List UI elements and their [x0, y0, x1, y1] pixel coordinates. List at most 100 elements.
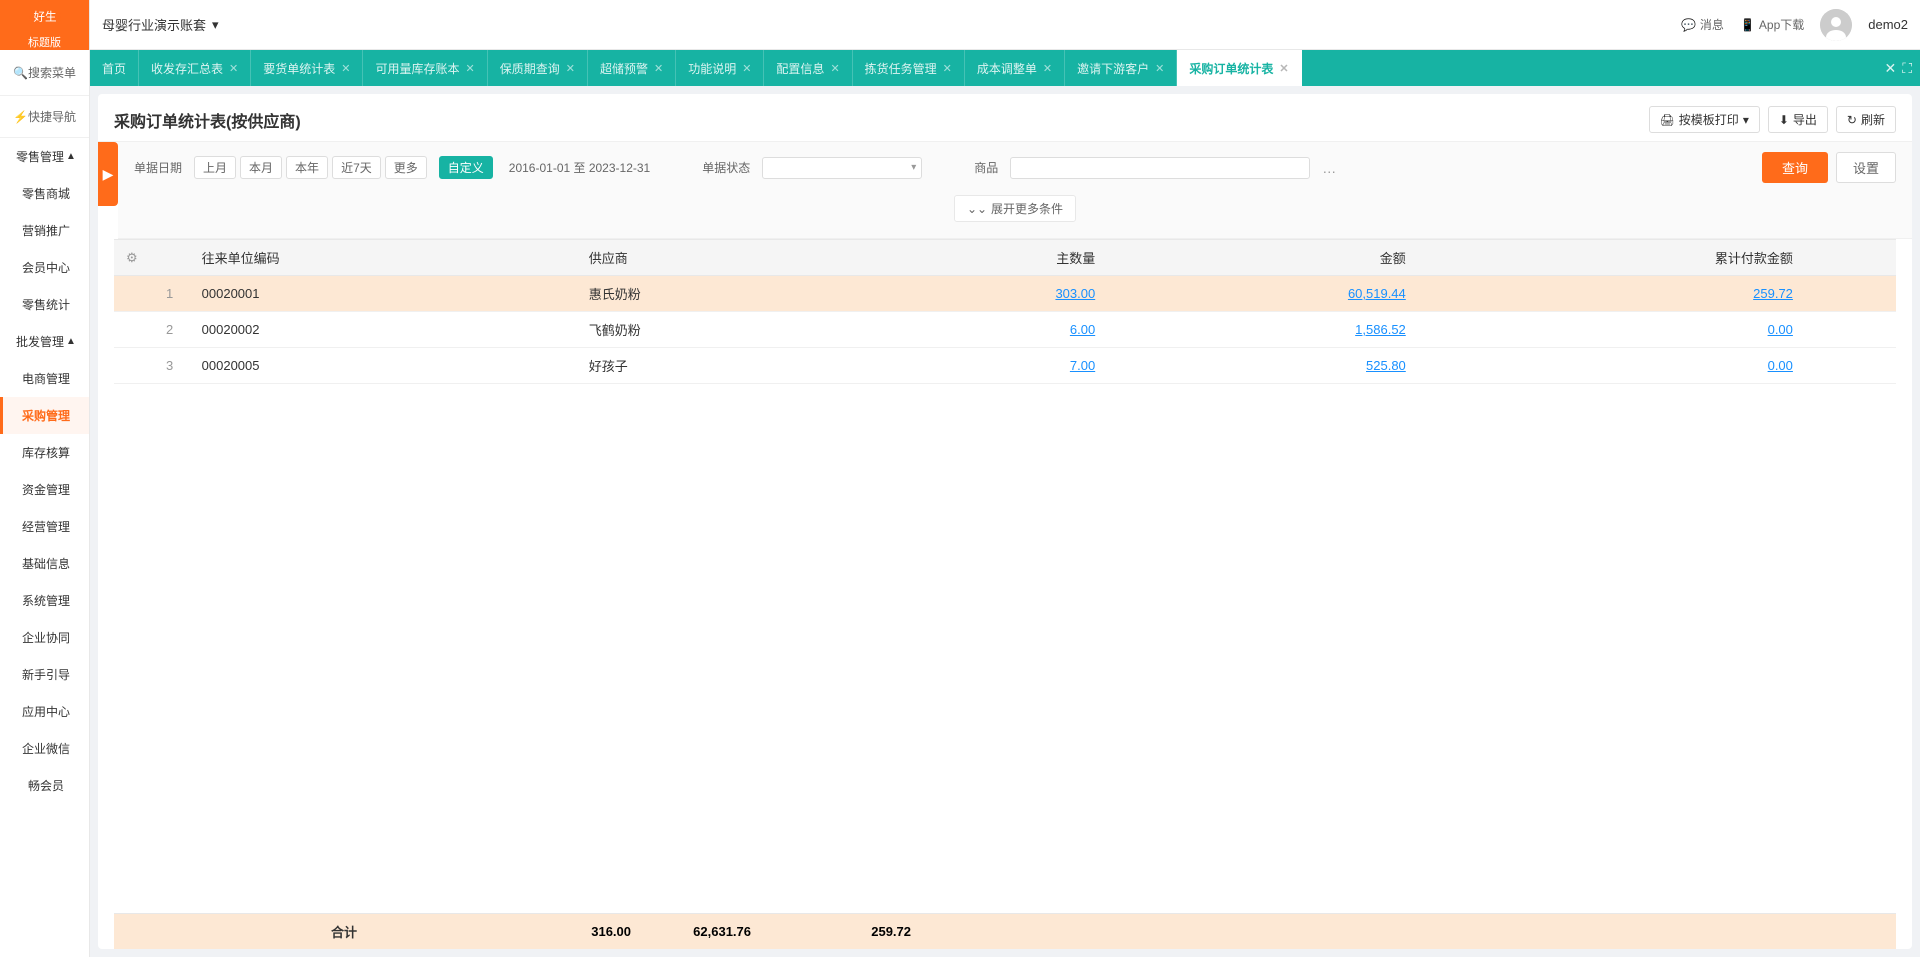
column-settings-icon[interactable]: ⚙	[126, 250, 138, 265]
tabbar-controls: ✕ ⛶	[1876, 50, 1920, 86]
date-filter-btn-本月[interactable]: 本月	[240, 156, 282, 179]
export-icon: ⬇	[1779, 113, 1789, 127]
td-settings-0	[114, 276, 150, 312]
query-button[interactable]: 查询	[1762, 152, 1828, 183]
user-avatar[interactable]	[1820, 9, 1852, 41]
td-settings-1	[114, 312, 150, 348]
th-code-label: 往来单位编码	[202, 251, 280, 266]
topbar-username[interactable]: demo2	[1868, 17, 1908, 32]
table-header-row: ⚙ 往来单位编码 供应商 主数量	[114, 240, 1896, 276]
table-row[interactable]: 2 00020002 飞鹤奶粉 6.00 1,586.52 0.00	[114, 312, 1896, 348]
settings-button[interactable]: 设置	[1836, 152, 1896, 183]
sidebar-item-newbie[interactable]: 新手引导	[0, 656, 89, 693]
close-tab-button[interactable]: ✕	[1884, 60, 1896, 77]
tab-close-yaoqingxiayou[interactable]: ✕	[1155, 62, 1164, 75]
refresh-icon: ↻	[1847, 113, 1857, 127]
sidebar-item-vip[interactable]: 畅会员	[0, 767, 89, 804]
tab-home[interactable]: 首页	[90, 50, 139, 86]
sidebar-nav-section: ⚡ 快捷导航	[0, 96, 89, 138]
sidebar-item-retail-shop[interactable]: 零售商城	[0, 175, 89, 212]
th-amount-label: 金额	[1380, 251, 1406, 266]
tab-keyongliang[interactable]: 可用量库存账本 ✕	[363, 50, 487, 86]
td-num-2: 3	[150, 348, 190, 384]
tab-shoufayuhui[interactable]: 收发存汇总表✕	[139, 50, 251, 86]
tab-close-chaochuyujing[interactable]: ✕	[654, 62, 663, 75]
sidebar-item-label-marketing: 营销推广	[22, 222, 70, 239]
td-amount-2: 525.80	[1107, 348, 1418, 384]
logo-icon: 好生	[27, 0, 63, 32]
expand-more-button[interactable]: ⌄⌄ 展开更多条件	[954, 195, 1076, 222]
tab-label-yaohuo: 要货单统计表	[263, 60, 335, 77]
tab-close-yaohuo[interactable]: ✕	[341, 62, 350, 75]
sidebar-item-ops[interactable]: 经营管理	[0, 508, 89, 545]
sidebar-item-corp[interactable]: 企业协同	[0, 619, 89, 656]
tab-close-baozhiqi[interactable]: ✕	[566, 62, 575, 75]
refresh-button[interactable]: ↻ 刷新	[1836, 106, 1896, 133]
sidebar-item-retail[interactable]: 零售管理 ▲	[0, 138, 89, 175]
sidebar-item-label-wechat: 企业微信	[22, 740, 70, 757]
sidebar-item-stock[interactable]: 库存核算	[0, 434, 89, 471]
tab-close-keyongliang[interactable]: ✕	[466, 62, 475, 75]
sidebar-item-batch[interactable]: 批发管理 ▲	[0, 323, 89, 360]
tab-close-gongnengshuo[interactable]: ✕	[742, 62, 751, 75]
sidebar-item-appcenter[interactable]: 应用中心	[0, 693, 89, 730]
date-filter-btn-上月[interactable]: 上月	[194, 156, 236, 179]
topbar-account-dropdown[interactable]: 母婴行业演示账套 ▾	[102, 15, 219, 34]
sidebar-nav-shortcuts[interactable]: ⚡ 快捷导航	[0, 100, 89, 133]
tab-peizhi[interactable]: 配置信息 ✕	[764, 50, 852, 86]
table-row[interactable]: 1 00020001 惠氏奶粉 303.00 60,519.44 259.72	[114, 276, 1896, 312]
tabbar: 首页收发存汇总表✕要货单统计表✕可用量库存账本✕保质期查询✕超储预警✕功能说明✕…	[90, 50, 1920, 86]
message-icon: 💬	[1681, 18, 1696, 32]
tab-baozhiqi[interactable]: 保质期查询✕	[488, 50, 588, 86]
tab-label-home: 首页	[102, 60, 126, 77]
tab-close-shoufayuhui[interactable]: ✕	[229, 62, 238, 75]
sidebar-search-button[interactable]: 🔍 搜索菜单	[6, 58, 83, 87]
date-filter-btn-本年[interactable]: 本年	[286, 156, 328, 179]
shortcuts-icon: ⚡	[13, 110, 28, 124]
maximize-tab-button[interactable]: ⛶	[1902, 60, 1912, 77]
table-body: 1 00020001 惠氏奶粉 303.00 60,519.44 259.72 …	[114, 276, 1896, 384]
tab-label-keyongliang: 可用量库存账本	[375, 60, 459, 77]
tab-close-peihuorenwu[interactable]: ✕	[943, 62, 952, 75]
tab-caigou[interactable]: 采购订单统计表 ✕	[1177, 50, 1301, 86]
tab-close-caigou[interactable]: ✕	[1279, 62, 1288, 75]
status-filter-select[interactable]	[762, 157, 922, 179]
sidebar-item-ecommerce[interactable]: 电商管理	[0, 360, 89, 397]
tab-close-peizhi[interactable]: ✕	[830, 62, 839, 75]
tab-chaochuyujing[interactable]: 超储预警✕	[588, 50, 676, 86]
topbar: 母婴行业演示账套 ▾ 💬 消息 📱 App下载 demo2	[90, 0, 1920, 50]
td-qty-1: 6.00	[865, 312, 1107, 348]
sidebar-item-sys[interactable]: 系统管理	[0, 582, 89, 619]
print-button[interactable]: 🖨 按模板打印 ▾	[1649, 106, 1760, 133]
sidebar-item-label-retail-stat: 零售统计	[22, 296, 70, 313]
date-custom-btn[interactable]: 自定义	[439, 156, 493, 179]
sidebar-item-finance[interactable]: 资金管理	[0, 471, 89, 508]
sidebar-item-member[interactable]: 会员中心	[0, 249, 89, 286]
sidebar-item-retail-stat[interactable]: 零售统计	[0, 286, 89, 323]
app-download-icon: 📱	[1740, 18, 1755, 32]
tab-chengbentiaoji[interactable]: 成本调整单✕	[965, 50, 1065, 86]
tab-yaohuo[interactable]: 要货单统计表 ✕	[251, 50, 363, 86]
sidebar-item-marketing[interactable]: 营销推广	[0, 212, 89, 249]
tab-close-chengbentiaoji[interactable]: ✕	[1043, 62, 1052, 75]
goods-filter-more-icon[interactable]: …	[1322, 160, 1336, 176]
tab-label-peizhi: 配置信息	[776, 60, 824, 77]
sidebar-item-wechat[interactable]: 企业微信	[0, 730, 89, 767]
page-header-actions: 🖨 按模板打印 ▾ ⬇ 导出 ↻ 刷新	[1649, 106, 1896, 133]
sidebar-item-basic[interactable]: 基础信息	[0, 545, 89, 582]
tab-gongnengshuo[interactable]: 功能说明✕	[676, 50, 764, 86]
goods-filter-input[interactable]	[1010, 157, 1310, 179]
topbar-app-download-button[interactable]: 📱 App下载	[1740, 16, 1804, 33]
table-row[interactable]: 3 00020005 好孩子 7.00 525.80 0.00	[114, 348, 1896, 384]
filter-toggle-button[interactable]: ▶	[98, 142, 118, 206]
tab-yaoqingxiayou[interactable]: 邀请下游客户✕	[1065, 50, 1177, 86]
date-filter-btn-近7天[interactable]: 近7天	[332, 156, 381, 179]
topbar-message-button[interactable]: 💬 消息	[1681, 16, 1724, 33]
footer-total-label: 合计	[331, 922, 531, 941]
tab-peihuorenwu[interactable]: 拣货任务管理✕	[853, 50, 965, 86]
export-button[interactable]: ⬇ 导出	[1768, 106, 1828, 133]
export-label: 导出	[1793, 111, 1817, 128]
date-filter-btn-更多[interactable]: 更多	[385, 156, 427, 179]
tab-label-caigou: 采购订单统计表	[1189, 60, 1273, 77]
sidebar-item-purchase[interactable]: 采购管理	[0, 397, 89, 434]
